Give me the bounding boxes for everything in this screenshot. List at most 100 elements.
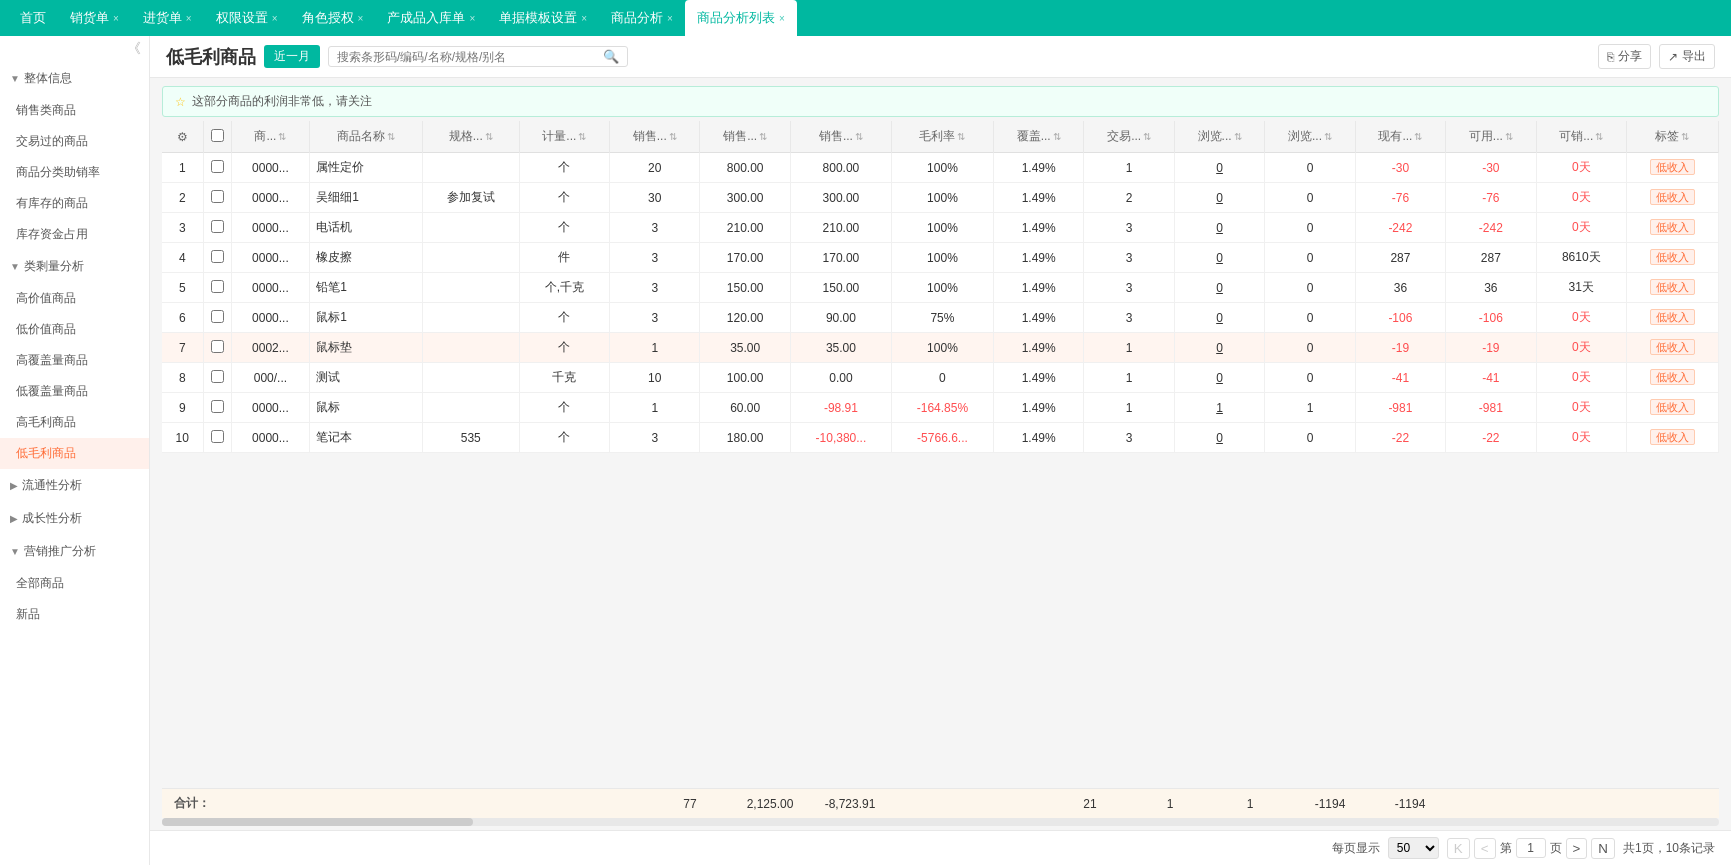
- nav-purchase-close[interactable]: ×: [186, 13, 192, 24]
- cell-checkbox[interactable]: [203, 153, 231, 183]
- sidebar-item-low-coverage[interactable]: 低覆盖量商品: [0, 376, 149, 407]
- scrollbar-thumb[interactable]: [162, 818, 473, 826]
- sidebar-item-high-coverage[interactable]: 高覆盖量商品: [0, 345, 149, 376]
- row-checkbox[interactable]: [211, 220, 224, 233]
- cell-checkbox[interactable]: [203, 423, 231, 453]
- sidebar-item-high-value[interactable]: 高价值商品: [0, 283, 149, 314]
- nav-product-analysis-close[interactable]: ×: [667, 13, 673, 24]
- cell-checkbox[interactable]: [203, 363, 231, 393]
- col-settings[interactable]: ⚙: [162, 121, 203, 153]
- sidebar-collapse-btn[interactable]: 《: [0, 36, 149, 62]
- row-checkbox[interactable]: [211, 160, 224, 173]
- page-last-btn[interactable]: N: [1591, 838, 1615, 859]
- cell-view1[interactable]: 0: [1174, 363, 1264, 393]
- col-sale-qty[interactable]: 销售...⇅: [610, 121, 700, 153]
- nav-analysis-list[interactable]: 商品分析列表 ×: [685, 0, 797, 36]
- sidebar-item-traded-goods[interactable]: 交易过的商品: [0, 126, 149, 157]
- select-all-checkbox[interactable]: [211, 129, 224, 142]
- row-checkbox[interactable]: [211, 310, 224, 323]
- cell-checkbox[interactable]: [203, 243, 231, 273]
- page-next-btn[interactable]: >: [1566, 838, 1588, 859]
- nav-purchase[interactable]: 进货单 ×: [131, 0, 204, 36]
- nav-roles[interactable]: 角色授权 ×: [290, 0, 376, 36]
- nav-sales-close[interactable]: ×: [113, 13, 119, 24]
- nav-products-in-close[interactable]: ×: [469, 13, 475, 24]
- sidebar-item-new-goods[interactable]: 新品: [0, 599, 149, 630]
- row-checkbox[interactable]: [211, 400, 224, 413]
- col-checkbox[interactable]: [203, 121, 231, 153]
- col-current-stock[interactable]: 现有...⇅: [1355, 121, 1445, 153]
- col-view2[interactable]: 浏览...⇅: [1265, 121, 1355, 153]
- sidebar-item-stocked-goods[interactable]: 有库存的商品: [0, 188, 149, 219]
- cell-view1[interactable]: 0: [1174, 423, 1264, 453]
- sidebar-item-high-margin[interactable]: 高毛利商品: [0, 407, 149, 438]
- col-coverage[interactable]: 覆盖...⇅: [994, 121, 1084, 153]
- scrollbar-track[interactable]: [162, 818, 1719, 826]
- row-checkbox[interactable]: [211, 190, 224, 203]
- nav-permissions-close[interactable]: ×: [272, 13, 278, 24]
- footer-current-stock: -1194: [1290, 797, 1370, 811]
- search-input[interactable]: [337, 50, 603, 64]
- col-tag[interactable]: 标签⇅: [1626, 121, 1718, 153]
- sidebar-item-all-goods[interactable]: 全部商品: [0, 568, 149, 599]
- row-checkbox[interactable]: [211, 250, 224, 263]
- page-size-select[interactable]: 50 100 200: [1388, 837, 1439, 859]
- col-sale-price[interactable]: 销售...⇅: [700, 121, 790, 153]
- cell-checkbox[interactable]: [203, 183, 231, 213]
- row-checkbox[interactable]: [211, 340, 224, 353]
- nav-roles-close[interactable]: ×: [358, 13, 364, 24]
- cell-view1[interactable]: 0: [1174, 273, 1264, 303]
- nav-sales[interactable]: 销货单 ×: [58, 0, 131, 36]
- sidebar-item-low-margin[interactable]: 低毛利商品: [0, 438, 149, 469]
- col-code[interactable]: 商...⇅: [231, 121, 310, 153]
- col-sellable[interactable]: 可销...⇅: [1536, 121, 1626, 153]
- filter-btn[interactable]: 近一月: [264, 45, 320, 68]
- row-checkbox[interactable]: [211, 280, 224, 293]
- cell-checkbox[interactable]: [203, 303, 231, 333]
- cell-view1[interactable]: 0: [1174, 183, 1264, 213]
- nav-permissions[interactable]: 权限设置 ×: [204, 0, 290, 36]
- search-icon[interactable]: 🔍: [603, 49, 619, 64]
- cell-checkbox[interactable]: [203, 393, 231, 423]
- nav-template-close[interactable]: ×: [581, 13, 587, 24]
- cell-view1[interactable]: 0: [1174, 243, 1264, 273]
- sidebar-group-quantity[interactable]: ▼ 类剩量分析: [0, 250, 149, 283]
- cell-view1[interactable]: 0: [1174, 333, 1264, 363]
- row-checkbox[interactable]: [211, 430, 224, 443]
- col-spec[interactable]: 规格...⇅: [422, 121, 519, 153]
- col-view1[interactable]: 浏览...⇅: [1174, 121, 1264, 153]
- cell-view1[interactable]: 1: [1174, 393, 1264, 423]
- cell-sellable: 0天: [1536, 393, 1626, 423]
- col-unit[interactable]: 计量...⇅: [519, 121, 609, 153]
- page-prev-btn[interactable]: <: [1474, 838, 1496, 859]
- col-name[interactable]: 商品名称⇅: [310, 121, 423, 153]
- sidebar-group-marketing[interactable]: ▼ 营销推广分析: [0, 535, 149, 568]
- share-btn[interactable]: ⎘ 分享: [1598, 44, 1651, 69]
- nav-analysis-list-close[interactable]: ×: [779, 13, 785, 24]
- cell-checkbox[interactable]: [203, 273, 231, 303]
- page-first-btn[interactable]: K: [1447, 838, 1470, 859]
- cell-view1[interactable]: 0: [1174, 213, 1264, 243]
- nav-product-analysis[interactable]: 商品分析 ×: [599, 0, 685, 36]
- col-available[interactable]: 可用...⇅: [1446, 121, 1536, 153]
- nav-template[interactable]: 单据模板设置 ×: [487, 0, 599, 36]
- sidebar-item-low-value[interactable]: 低价值商品: [0, 314, 149, 345]
- col-trade[interactable]: 交易...⇅: [1084, 121, 1174, 153]
- nav-products-in[interactable]: 产成品入库单 ×: [375, 0, 487, 36]
- sidebar-item-category-rate[interactable]: 商品分类助销率: [0, 157, 149, 188]
- col-margin[interactable]: 毛利率⇅: [891, 121, 993, 153]
- sidebar-group-circulation[interactable]: ▶ 流通性分析: [0, 469, 149, 502]
- sidebar-group-growth[interactable]: ▶ 成长性分析: [0, 502, 149, 535]
- nav-home[interactable]: 首页: [8, 0, 58, 36]
- row-checkbox[interactable]: [211, 370, 224, 383]
- export-btn[interactable]: ↗ 导出: [1659, 44, 1715, 69]
- cell-checkbox[interactable]: [203, 213, 231, 243]
- cell-checkbox[interactable]: [203, 333, 231, 363]
- sidebar-item-sales-goods[interactable]: 销售类商品: [0, 95, 149, 126]
- cell-view1[interactable]: 0: [1174, 153, 1264, 183]
- table-wrapper[interactable]: ⚙ 商...⇅ 商品名称⇅ 规格...⇅ 计量...⇅ 销售...⇅ 销售...…: [162, 121, 1719, 788]
- cell-view1[interactable]: 0: [1174, 303, 1264, 333]
- sidebar-group-overall[interactable]: ▼ 整体信息: [0, 62, 149, 95]
- col-sale-amount[interactable]: 销售...⇅: [790, 121, 891, 153]
- sidebar-item-stock-capital[interactable]: 库存资金占用: [0, 219, 149, 250]
